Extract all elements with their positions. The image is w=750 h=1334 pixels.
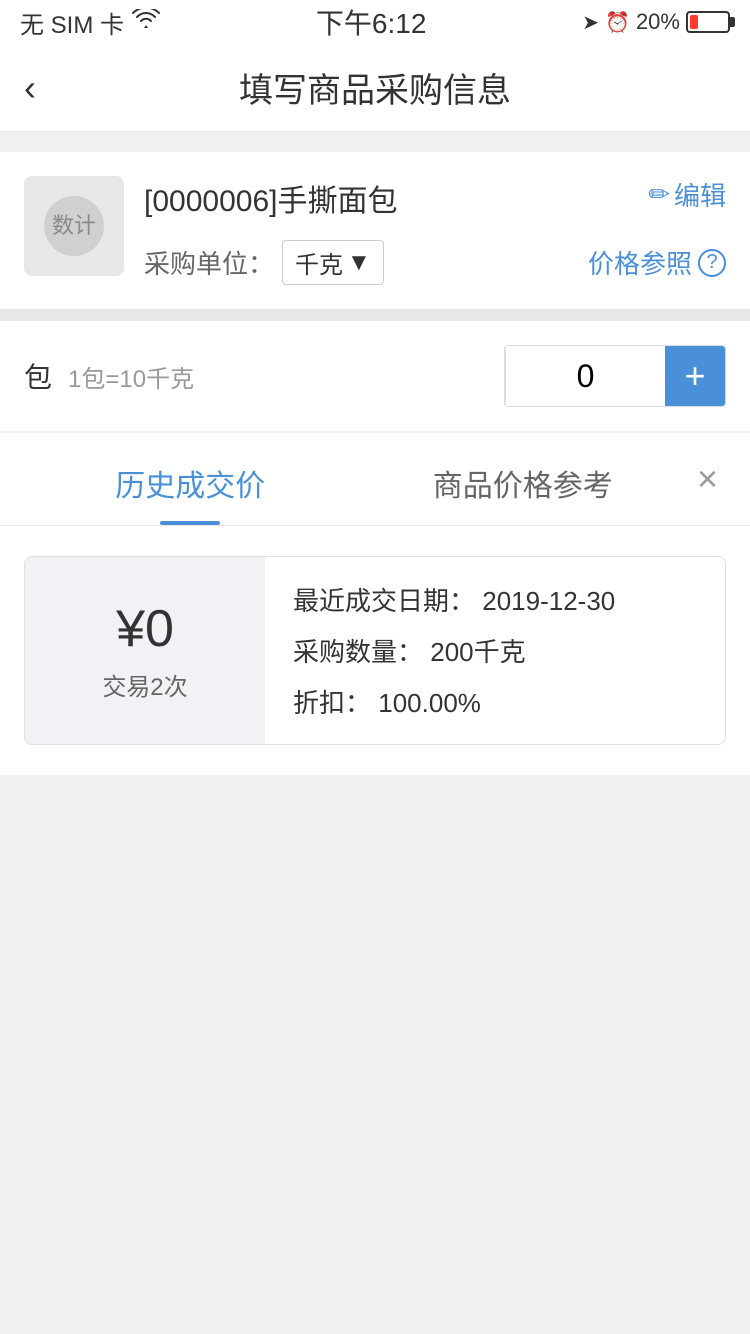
chevron-down-icon: ▼ (347, 249, 371, 277)
status-bar: 无 SIM 卡 下午6:12 ➤ ⏰ 20% (0, 0, 750, 44)
tab-bar: 历史成交价 商品价格参考 × (0, 433, 750, 526)
page-title: 填写商品采购信息 (84, 63, 666, 112)
edit-icon: ✏ (648, 179, 670, 210)
history-price-summary: ¥0 交易2次 (25, 557, 265, 744)
help-icon: ? (698, 249, 726, 277)
trade-count: 交易2次 (102, 667, 187, 702)
product-info: [0000006]手撕面包 ✏ 编辑 采购单位： 千克 ▼ 价格参照 ? (144, 176, 726, 285)
history-content: ¥0 交易2次 最近成交日期： 2019-12-30 采购数量： 200千克 折… (0, 526, 750, 775)
unit-label: 采购单位： 千克 ▼ (144, 240, 384, 285)
divider (0, 309, 750, 321)
wifi-icon (132, 8, 160, 36)
close-panel-button[interactable]: × (689, 458, 726, 500)
history-details: 最近成交日期： 2019-12-30 采购数量： 200千克 折扣： 100.0… (265, 557, 725, 744)
discount-row: 折扣： 100.00% (293, 683, 697, 720)
carrier-label: 无 SIM 卡 (20, 5, 124, 40)
tab-product-price-ref[interactable]: 商品价格参考 (356, 433, 688, 525)
quantity-label: 包 1包=10千克 (24, 356, 194, 396)
price-ref-button[interactable]: 价格参照 ? (588, 244, 726, 281)
product-card: 数计 [0000006]手撕面包 ✏ 编辑 采购单位： 千克 ▼ 价格参照 ? (0, 152, 750, 309)
back-button[interactable]: ‹ (24, 67, 84, 109)
status-left: 无 SIM 卡 (20, 5, 160, 40)
tab-active-indicator (160, 521, 220, 525)
status-right: ➤ ⏰ 20% (582, 9, 730, 35)
quantity-row-detail: 采购数量： 200千克 (293, 632, 697, 669)
svg-text:数计: 数计 (52, 213, 96, 238)
alarm-icon: ⏰ (605, 10, 630, 35)
unit-dropdown[interactable]: 千克 ▼ (282, 240, 384, 285)
battery-percent: 20% (636, 9, 680, 35)
product-header: [0000006]手撕面包 ✏ 编辑 (144, 176, 726, 220)
product-name: [0000006]手撕面包 (144, 176, 397, 220)
bottom-panel: 历史成交价 商品价格参考 × ¥0 交易2次 最近成交日期： 2019-12-3… (0, 433, 750, 775)
quantity-row: 包 1包=10千克 + (0, 321, 750, 431)
product-meta: 采购单位： 千克 ▼ 价格参照 ? (144, 240, 726, 285)
plus-button[interactable]: + (665, 346, 725, 406)
battery-icon (686, 11, 730, 33)
tab-history-price[interactable]: 历史成交价 (24, 433, 356, 525)
product-thumbnail: 数计 (24, 176, 124, 276)
history-price-value: ¥0 (116, 599, 174, 659)
edit-button[interactable]: ✏ 编辑 (648, 176, 726, 213)
quantity-input[interactable] (505, 346, 665, 406)
quantity-controls: + (504, 345, 726, 407)
recent-date-row: 最近成交日期： 2019-12-30 (293, 581, 697, 618)
status-time: 下午6:12 (316, 2, 427, 42)
history-card: ¥0 交易2次 最近成交日期： 2019-12-30 采购数量： 200千克 折… (24, 556, 726, 745)
location-icon: ➤ (582, 10, 599, 35)
nav-bar: ‹ 填写商品采购信息 (0, 44, 750, 132)
